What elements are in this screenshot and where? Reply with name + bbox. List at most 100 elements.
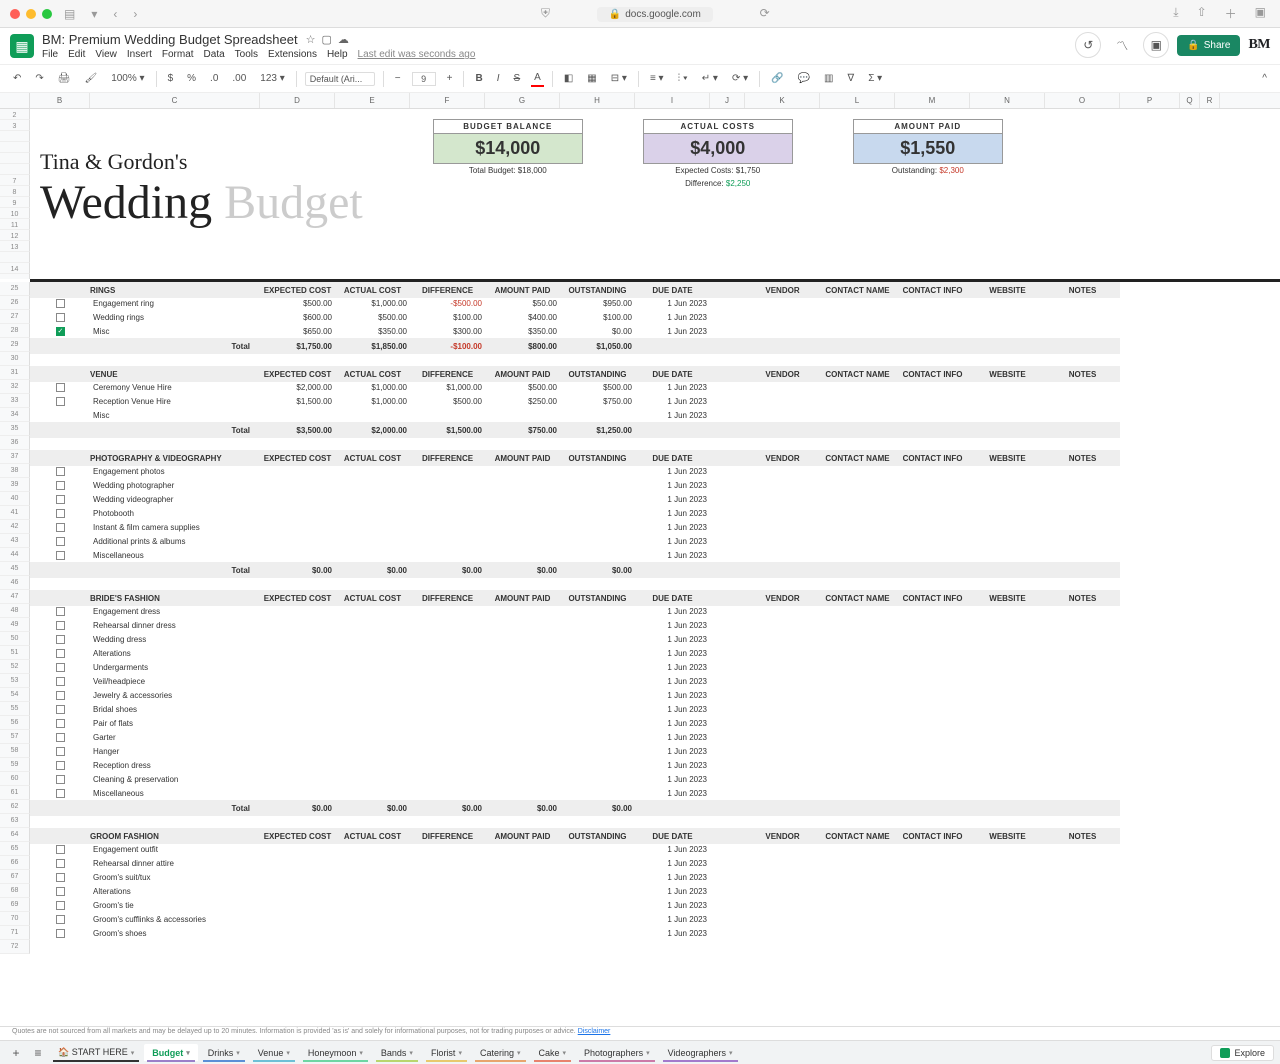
row-number[interactable]: 57 <box>0 730 30 744</box>
col-header-P[interactable]: P <box>1120 93 1180 108</box>
download-icon[interactable]: ⤓ <box>1169 5 1182 22</box>
table-row[interactable]: Wedding rings$600.00$500.00$100.00$400.0… <box>30 310 1120 324</box>
checkbox-icon[interactable] <box>56 789 65 798</box>
tab-cake[interactable]: Cake ▾ <box>531 1044 575 1061</box>
checkbox-icon[interactable] <box>56 929 65 938</box>
paint-format-icon[interactable]: 🖌 <box>81 71 100 86</box>
col-header-B[interactable]: B <box>30 93 90 108</box>
row-number[interactable]: 56 <box>0 716 30 730</box>
decrease-decimal-icon[interactable]: .0 <box>207 71 221 86</box>
comment-icon[interactable]: 💬 <box>795 71 813 86</box>
row-number[interactable]: 46 <box>0 576 30 590</box>
menu-data[interactable]: Data <box>204 49 225 60</box>
checkbox-icon[interactable] <box>56 327 65 336</box>
row-number[interactable]: 71 <box>0 926 30 940</box>
col-header-H[interactable]: H <box>560 93 635 108</box>
row-number[interactable]: 45 <box>0 562 30 576</box>
bold-icon[interactable]: B <box>472 71 485 86</box>
star-icon[interactable]: ☆ <box>306 33 316 46</box>
history-icon[interactable]: ↺ <box>1075 32 1101 58</box>
row-number[interactable]: 65 <box>0 842 30 856</box>
camera-icon[interactable]: ▣ <box>1143 32 1169 58</box>
tab-budget[interactable]: Budget ▾ <box>144 1044 198 1061</box>
add-icon[interactable]: ＋ <box>1221 5 1241 22</box>
table-row[interactable]: Groom's suit/tux1 Jun 2023 <box>30 870 1120 884</box>
checkbox-icon[interactable] <box>56 887 65 896</box>
table-row[interactable]: Engagement outfit1 Jun 2023 <box>30 842 1120 856</box>
checkbox-icon[interactable] <box>56 663 65 672</box>
tab-photographers[interactable]: Photographers ▾ <box>576 1044 658 1061</box>
row-number[interactable]: 51 <box>0 646 30 660</box>
table-row[interactable]: Bridal shoes1 Jun 2023 <box>30 702 1120 716</box>
row-number[interactable]: 62 <box>0 800 30 814</box>
tabs-icon[interactable]: ▣ <box>1251 5 1270 22</box>
menu-file[interactable]: File <box>42 49 58 60</box>
row-number[interactable]: 40 <box>0 492 30 506</box>
table-row[interactable]: Misc$650.00$350.00$300.00$350.00$0.001 J… <box>30 324 1120 338</box>
col-header-F[interactable]: F <box>410 93 485 108</box>
row-number[interactable]: 54 <box>0 688 30 702</box>
fill-color-icon[interactable]: ◧ <box>561 71 576 86</box>
row-number[interactable]: 35 <box>0 422 30 436</box>
checkbox-icon[interactable] <box>56 845 65 854</box>
font-select[interactable]: Default (Ari... <box>305 72 375 86</box>
checkbox-icon[interactable] <box>56 495 65 504</box>
checkbox-icon[interactable] <box>56 481 65 490</box>
table-row[interactable]: Wedding dress1 Jun 2023 <box>30 632 1120 646</box>
tab-catering[interactable]: Catering ▾ <box>472 1044 529 1061</box>
rotate-icon[interactable]: ⟳ ▾ <box>729 71 751 86</box>
table-row[interactable]: Ceremony Venue Hire$2,000.00$1,000.00$1,… <box>30 380 1120 394</box>
table-row[interactable]: Alterations1 Jun 2023 <box>30 646 1120 660</box>
checkbox-icon[interactable] <box>56 551 65 560</box>
checkbox-icon[interactable] <box>56 523 65 532</box>
checkbox-icon[interactable] <box>56 859 65 868</box>
address-bar[interactable]: 🔒 docs.google.com <box>597 7 713 22</box>
redo-icon[interactable]: ↷ <box>32 71 46 86</box>
close-window-icon[interactable] <box>10 9 20 19</box>
row-number[interactable]: 41 <box>0 506 30 520</box>
checkbox-icon[interactable] <box>56 761 65 770</box>
minimize-window-icon[interactable] <box>26 9 36 19</box>
document-title[interactable]: BM: Premium Wedding Budget Spreadsheet <box>42 32 298 47</box>
col-header-M[interactable]: M <box>895 93 970 108</box>
col-header-D[interactable]: D <box>260 93 335 108</box>
wrap-icon[interactable]: ↵ ▾ <box>699 71 721 86</box>
table-row[interactable]: Instant & film camera supplies1 Jun 2023 <box>30 520 1120 534</box>
row-number[interactable]: 61 <box>0 786 30 800</box>
text-color-icon[interactable]: A <box>531 70 544 87</box>
col-header-Q[interactable]: Q <box>1180 93 1200 108</box>
reload-icon[interactable]: ⟳ <box>756 6 774 20</box>
last-edit-link[interactable]: Last edit was seconds ago <box>358 49 476 60</box>
row-number[interactable]: 69 <box>0 898 30 912</box>
col-header-O[interactable]: O <box>1045 93 1120 108</box>
tab-venue[interactable]: Venue ▾ <box>250 1044 298 1061</box>
row-number[interactable]: 60 <box>0 772 30 786</box>
row-number[interactable]: 48 <box>0 604 30 618</box>
row-number[interactable]: 34 <box>0 408 30 422</box>
checkbox-icon[interactable] <box>56 397 65 406</box>
sidebar-icon[interactable]: ▤ <box>60 7 79 21</box>
row-number[interactable]: 50 <box>0 632 30 646</box>
functions-icon[interactable]: Σ ▾ <box>865 71 885 86</box>
maximize-window-icon[interactable] <box>42 9 52 19</box>
borders-icon[interactable]: ▦ <box>584 71 599 86</box>
row-number[interactable]: 39 <box>0 478 30 492</box>
row-number[interactable]: 59 <box>0 758 30 772</box>
table-row[interactable]: Reception Venue Hire$1,500.00$1,000.00$5… <box>30 394 1120 408</box>
font-size-input[interactable]: 9 <box>412 72 436 86</box>
row-number[interactable]: 38 <box>0 464 30 478</box>
move-icon[interactable]: ▢ <box>321 33 331 46</box>
table-row[interactable]: Misc1 Jun 2023 <box>30 408 1120 422</box>
row-number[interactable]: 43 <box>0 534 30 548</box>
share-icon[interactable]: ⇧ <box>1193 5 1211 22</box>
collapse-toolbar-icon[interactable]: ^ <box>1259 71 1270 86</box>
checkbox-icon[interactable] <box>56 775 65 784</box>
row-number[interactable]: 37 <box>0 450 30 464</box>
menu-help[interactable]: Help <box>327 49 348 60</box>
checkbox-icon[interactable] <box>56 691 65 700</box>
tab-starthere[interactable]: 🏠 START HERE ▾ <box>50 1044 142 1061</box>
checkbox-icon[interactable] <box>56 537 65 546</box>
row-number[interactable]: 32 <box>0 380 30 394</box>
tab-bands[interactable]: Bands ▾ <box>373 1044 421 1061</box>
checkbox-icon[interactable] <box>56 873 65 882</box>
